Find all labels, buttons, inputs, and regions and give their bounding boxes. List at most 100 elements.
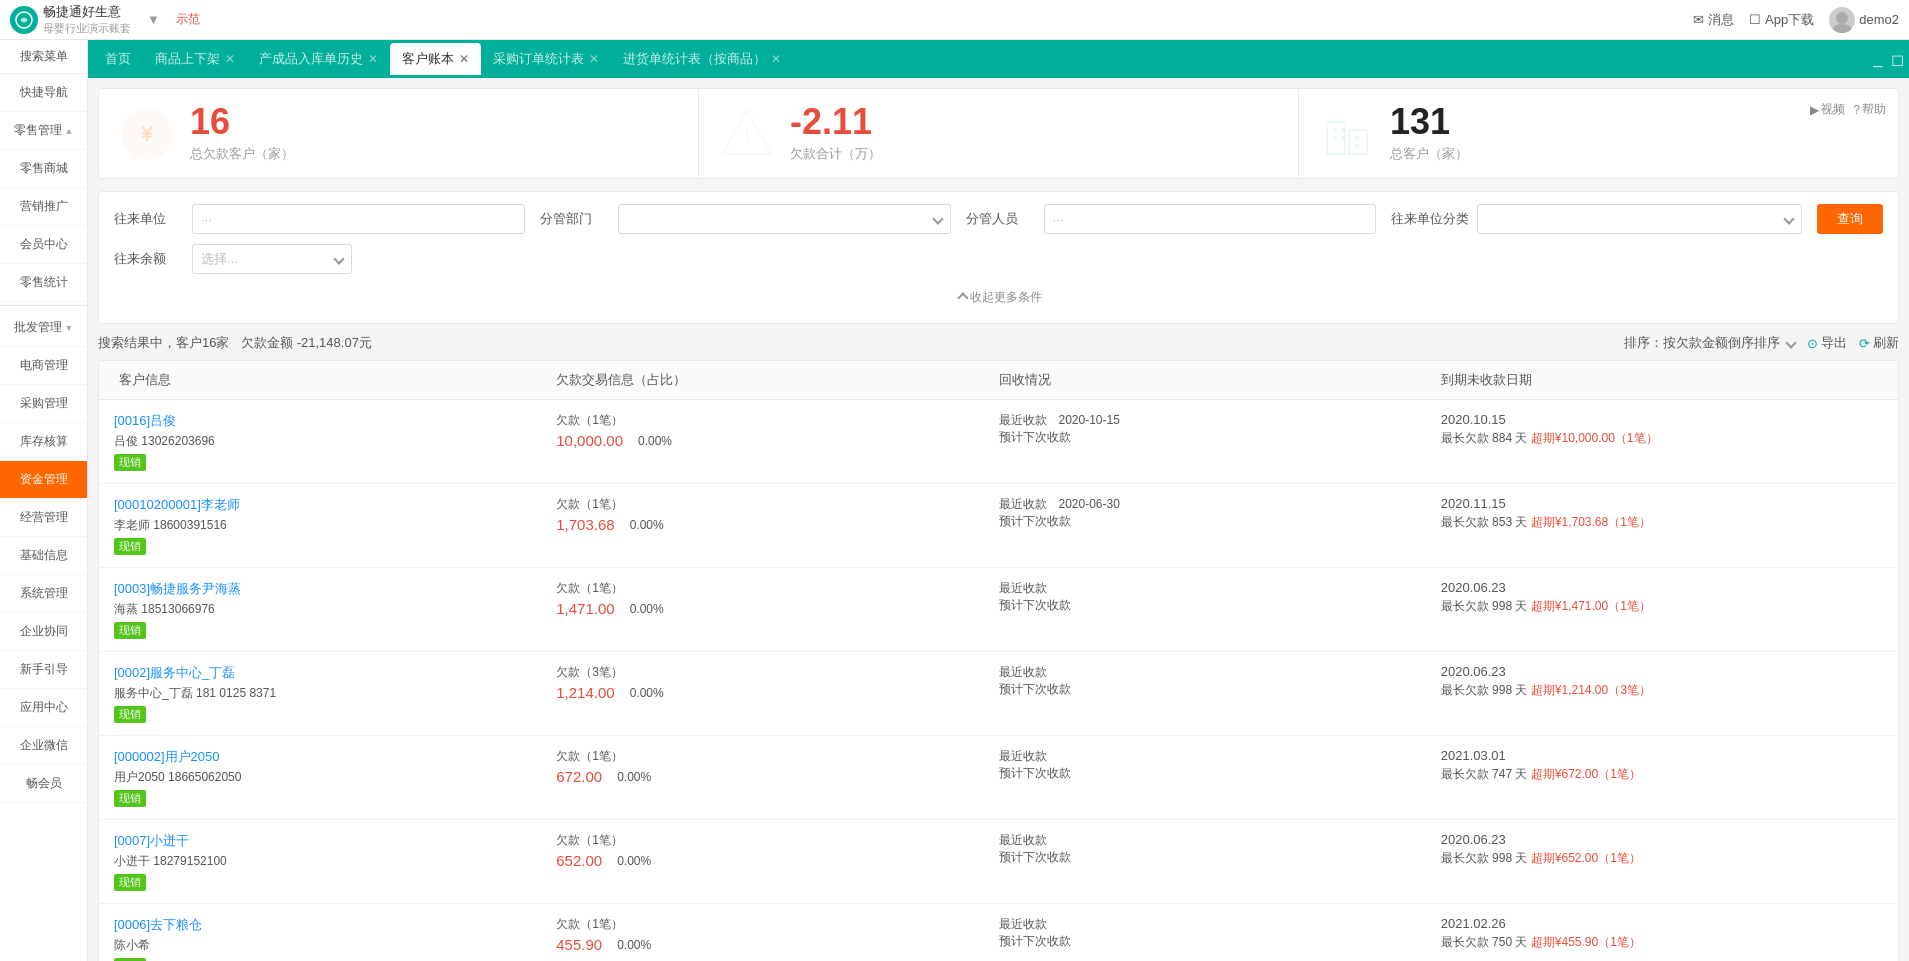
refresh-icon: ⟳ [1859, 336, 1870, 351]
message-btn[interactable]: ✉ 消息 [1693, 11, 1734, 29]
tab-maximize-btn[interactable]: ◻ [1891, 50, 1904, 69]
tag-xian-0: 现销 [114, 454, 146, 471]
tab-product-off[interactable]: 商品上下架 ✕ [143, 43, 247, 75]
refresh-btn[interactable]: ⟳ 刷新 [1859, 334, 1899, 352]
debt-cell-3: 欠款（3笔） 1,214.00 0.00% [556, 664, 998, 701]
sidebar-item-retail-mgmt[interactable]: 零售管理 ▲ [0, 112, 87, 150]
tab-customer-account-close[interactable]: ✕ [459, 52, 469, 66]
table-row: [0002]服务中心_丁磊 服务中心_丁磊 181 0125 8371 现销 欠… [99, 652, 1898, 736]
sort-select[interactable]: 排序：按欠款金额倒序排序 [1624, 334, 1795, 352]
search-btn[interactable]: 查询 [1817, 204, 1883, 234]
sidebar-item-ecommerce[interactable]: 电商管理 [0, 347, 87, 385]
sidebar-item-vip[interactable]: 畅会员 [0, 765, 87, 803]
svg-text:¥: ¥ [140, 121, 154, 146]
sidebar-item-retail-stats[interactable]: 零售统计 [0, 264, 87, 302]
recovery-next-0: 预计下次收款 [999, 429, 1441, 446]
export-icon: ⊙ [1807, 336, 1818, 351]
tab-purchase-stats[interactable]: 采购订单统计表 ✕ [481, 43, 611, 75]
customer-name-3[interactable]: [0002]服务中心_丁磊 [114, 664, 556, 682]
result-text: 搜索结果中，客户16家 欠款金额 -21,148.07元 [98, 334, 372, 352]
overdue-date-0: 2020.10.15 [1441, 412, 1883, 427]
tab-minimize-btn[interactable]: ⎯ [1873, 50, 1883, 68]
debt-label-1: 欠款（1笔） [556, 496, 998, 513]
sidebar-item-basic[interactable]: 基础信息 [0, 537, 87, 575]
search-menu-label[interactable]: 搜索菜单 [20, 49, 68, 63]
result-bar-right: 排序：按欠款金额倒序排序 ⊙ 导出 ⟳ 刷新 [1624, 334, 1899, 352]
sidebar-item-system[interactable]: 系统管理 [0, 575, 87, 613]
dept-select[interactable] [618, 204, 951, 234]
export-btn[interactable]: ⊙ 导出 [1807, 334, 1847, 352]
sidebar-item-finance[interactable]: 资金管理 [0, 461, 87, 499]
tab-produce-history[interactable]: 产成品入库单历史 ✕ [247, 43, 390, 75]
unit-category-select[interactable] [1477, 204, 1802, 234]
customer-name-4[interactable]: [000002]用户2050 [114, 748, 556, 766]
collapse-label: 收起更多条件 [970, 289, 1042, 306]
overdue-date-3: 2020.06.23 [1441, 664, 1883, 679]
table-body: [0016]吕俊 吕俊 13026203696 现销 欠款（1笔） 10,000… [99, 400, 1898, 961]
tab-purchase-product-stats-close[interactable]: ✕ [771, 52, 781, 66]
overdue-link-1[interactable]: 超期¥1,703.68（1笔） [1531, 515, 1651, 529]
overdue-link-3[interactable]: 超期¥1,214.00（3笔） [1531, 683, 1651, 697]
tab-home[interactable]: 首页 [93, 43, 143, 75]
manager-label: 分管人员 [966, 210, 1036, 228]
debt-amount-label: 欠款合计（万） [790, 145, 1278, 163]
sidebar-item-enterprise[interactable]: 企业协同 [0, 613, 87, 651]
sidebar-item-batch-mgmt[interactable]: 批发管理 ▼ [0, 309, 87, 347]
data-table: 客户信息 欠款交易信息（占比） 回收情况 到期未收款日期 [0016]吕俊 吕俊… [98, 360, 1899, 961]
overdue-days-6: 最长欠款 750 天 超期¥455.90（1笔） [1441, 934, 1883, 951]
debt-cell-0: 欠款（1笔） 10,000.00 0.00% [556, 412, 998, 449]
balance-placeholder: 选择... [201, 250, 238, 268]
sidebar-search[interactable]: 搜索菜单 [0, 40, 87, 74]
tab-product-off-close[interactable]: ✕ [225, 52, 235, 66]
overdue-cell-0: 2020.10.15 最长欠款 884 天 超期¥10,000.00（1笔） [1441, 412, 1883, 447]
manager-input[interactable]: ··· [1044, 204, 1377, 234]
customer-name-5[interactable]: [0007]小迸干 [114, 832, 556, 850]
tab-purchase-product-stats-label: 进货单统计表（按商品） [623, 50, 766, 68]
sidebar-item-stock[interactable]: 库存核算 [0, 423, 87, 461]
sidebar-item-apps[interactable]: 应用中心 [0, 689, 87, 727]
video-btn[interactable]: ▶ 视频 [1810, 101, 1845, 118]
sidebar-item-newbie[interactable]: 新手引导 [0, 651, 87, 689]
tab-purchase-stats-close[interactable]: ✕ [589, 52, 599, 66]
debt-ratio-2: 0.00% [630, 602, 664, 616]
balance-select[interactable]: 选择... [192, 244, 352, 274]
filter-dept: 分管部门 [540, 204, 951, 234]
sidebar-item-member[interactable]: 会员中心 [0, 226, 87, 264]
customer-phone-4: 用户2050 18665062050 [114, 769, 556, 786]
customer-name-1[interactable]: [00010200001]李老师 [114, 496, 556, 514]
tab-customer-account[interactable]: 客户账本 ✕ [390, 43, 481, 75]
sidebar-item-retail-store[interactable]: 零售商城 [0, 150, 87, 188]
sidebar-collapse-btn[interactable]: ▼ [147, 12, 160, 27]
sidebar-item-operation[interactable]: 经营管理 [0, 499, 87, 537]
sidebar-item-marketing[interactable]: 营销推广 [0, 188, 87, 226]
customer-name-2[interactable]: [0003]畅捷服务尹海蒸 [114, 580, 556, 598]
sidebar-item-corp-wechat[interactable]: 企业微信 [0, 727, 87, 765]
stat-actions: ▶ 视频 ? 帮助 [1810, 101, 1886, 118]
tab-purchase-product-stats[interactable]: 进货单统计表（按商品） ✕ [611, 43, 793, 75]
recovery-next-6: 预计下次收款 [999, 933, 1441, 950]
help-btn[interactable]: ? 帮助 [1853, 101, 1886, 118]
avatar [1829, 7, 1855, 33]
source-unit-input[interactable]: ··· [192, 204, 525, 234]
sidebar-item-quick-nav[interactable]: 快捷导航 [0, 74, 87, 112]
overdue-link-4[interactable]: 超期¥672.00（1笔） [1531, 767, 1641, 781]
tag-xian-2: 现销 [114, 622, 146, 639]
customer-name-6[interactable]: [0006]去下粮仓 [114, 916, 556, 934]
overdue-link-0[interactable]: 超期¥10,000.00（1笔） [1531, 431, 1658, 445]
customer-phone-0: 吕俊 13026203696 [114, 433, 556, 450]
overdue-link-5[interactable]: 超期¥652.00（1笔） [1531, 851, 1641, 865]
collapse-btn[interactable]: 收起更多条件 [956, 289, 1042, 306]
overdue-cell-2: 2020.06.23 最长欠款 998 天 超期¥1,471.00（1笔） [1441, 580, 1883, 615]
overdue-link-6[interactable]: 超期¥455.90（1笔） [1531, 935, 1641, 949]
video-label: 视频 [1821, 101, 1845, 118]
user-area[interactable]: demo2 [1829, 7, 1899, 33]
debt-label-0: 欠款（1笔） [556, 412, 998, 429]
tab-produce-history-close[interactable]: ✕ [368, 52, 378, 66]
app-download-btn[interactable]: ☐ App下载 [1749, 11, 1814, 29]
customer-name-0[interactable]: [0016]吕俊 [114, 412, 556, 430]
main-layout: 搜索菜单 快捷导航 零售管理 ▲ 零售商城 营销推广 会员中心 零售统计 批发管… [0, 40, 1909, 961]
balance-label: 往来余额 [114, 250, 184, 268]
sidebar-item-purchase[interactable]: 采购管理 [0, 385, 87, 423]
app-title-label: 示范 [176, 11, 200, 28]
overdue-link-2[interactable]: 超期¥1,471.00（1笔） [1531, 599, 1651, 613]
